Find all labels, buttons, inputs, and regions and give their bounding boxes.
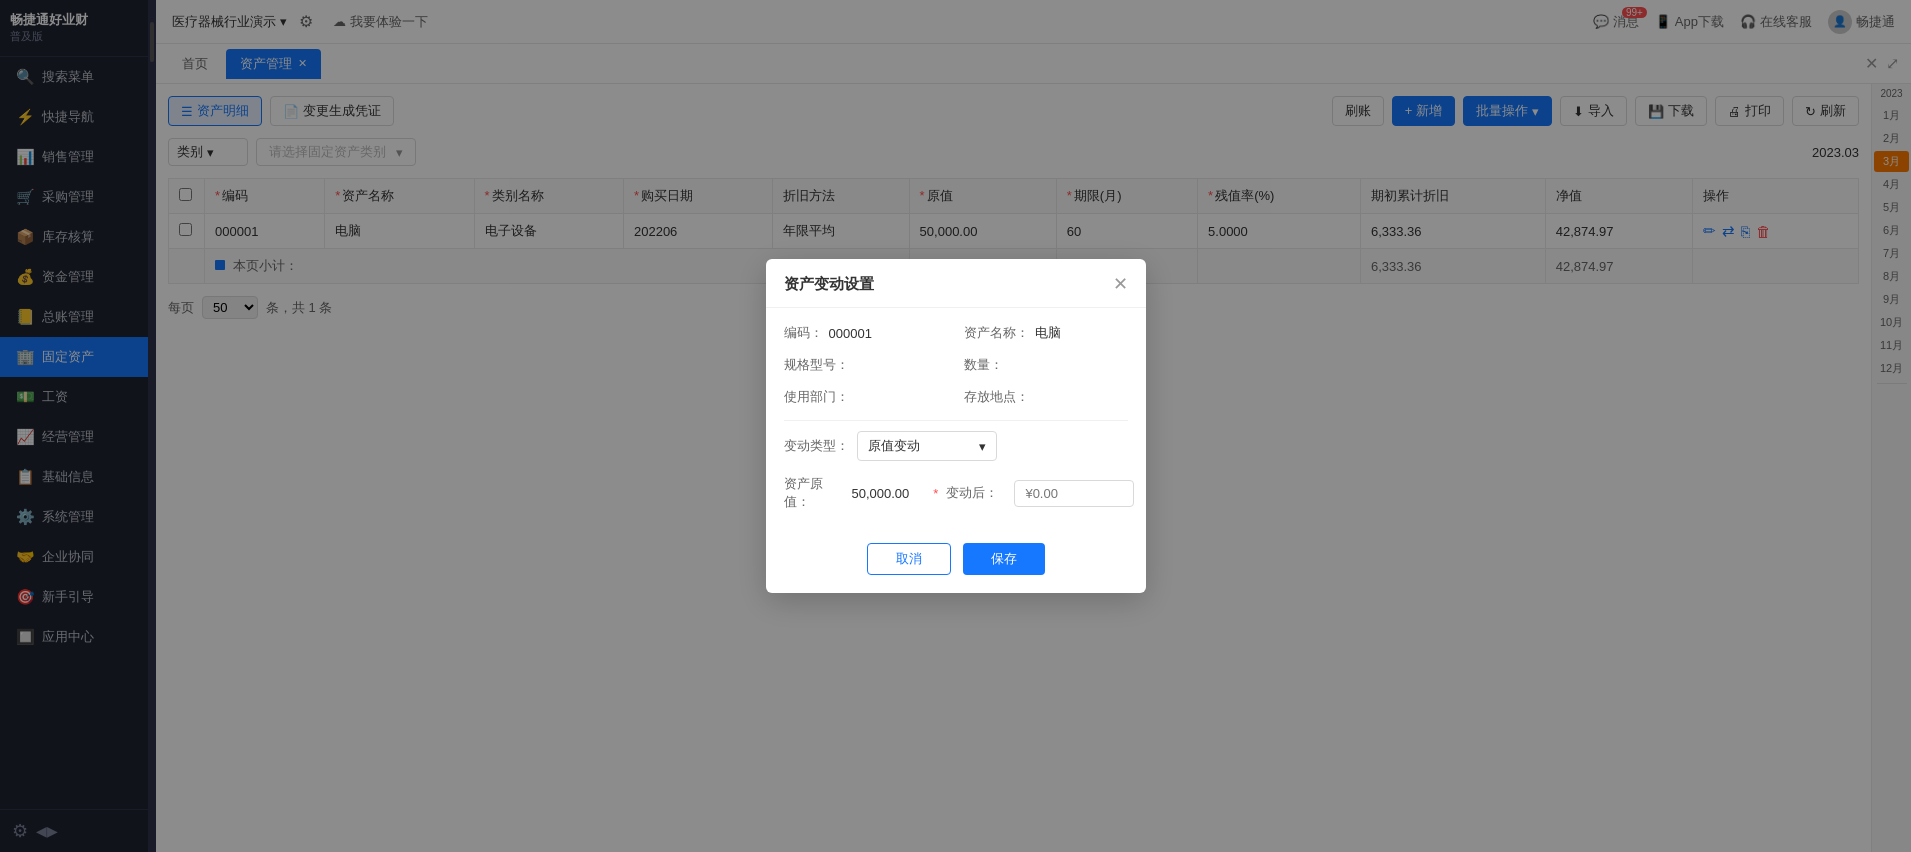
save-button[interactable]: 保存 xyxy=(963,543,1045,575)
modal-asset-value: 50,000.00 xyxy=(852,486,910,501)
modal-value-row: 资产原值： 50,000.00 * 变动后： xyxy=(784,475,1128,511)
required-mark: * xyxy=(933,486,938,501)
modal-location-field: 存放地点： xyxy=(964,388,1128,406)
modal-spec-field: 规格型号： xyxy=(784,356,948,374)
modal-header: 资产变动设置 ✕ xyxy=(766,259,1146,308)
modal-row-3: 使用部门： 存放地点： xyxy=(784,388,1128,406)
modal-title: 资产变动设置 xyxy=(784,275,874,294)
change-type-select[interactable]: 原值变动 ▾ xyxy=(857,431,997,461)
modal-quantity-field: 数量： xyxy=(964,356,1128,374)
modal-divider xyxy=(784,420,1128,421)
modal-code-field: 编码： 000001 xyxy=(784,324,948,342)
modal-footer: 取消 保存 xyxy=(766,533,1146,593)
modal-asset-name-field: 资产名称： 电脑 xyxy=(964,324,1128,342)
change-type-dropdown-icon: ▾ xyxy=(979,439,986,454)
cancel-button[interactable]: 取消 xyxy=(867,543,951,575)
modal-close-btn[interactable]: ✕ xyxy=(1113,273,1128,295)
modal-row-2: 规格型号： 数量： xyxy=(784,356,1128,374)
modal-change-type-row: 变动类型： 原值变动 ▾ xyxy=(784,431,1128,461)
modal-overlay: 资产变动设置 ✕ 编码： 000001 资产名称： 电脑 规格型号： xyxy=(0,0,1911,852)
modal-department-field: 使用部门： xyxy=(784,388,948,406)
modal-code-value: 000001 xyxy=(829,326,872,341)
modal-body: 编码： 000001 资产名称： 电脑 规格型号： 数量： xyxy=(766,308,1146,533)
asset-change-modal: 资产变动设置 ✕ 编码： 000001 资产名称： 电脑 规格型号： xyxy=(766,259,1146,593)
modal-row-1: 编码： 000001 资产名称： 电脑 xyxy=(784,324,1128,342)
after-change-input[interactable] xyxy=(1014,480,1134,507)
modal-asset-name-value: 电脑 xyxy=(1035,324,1061,342)
